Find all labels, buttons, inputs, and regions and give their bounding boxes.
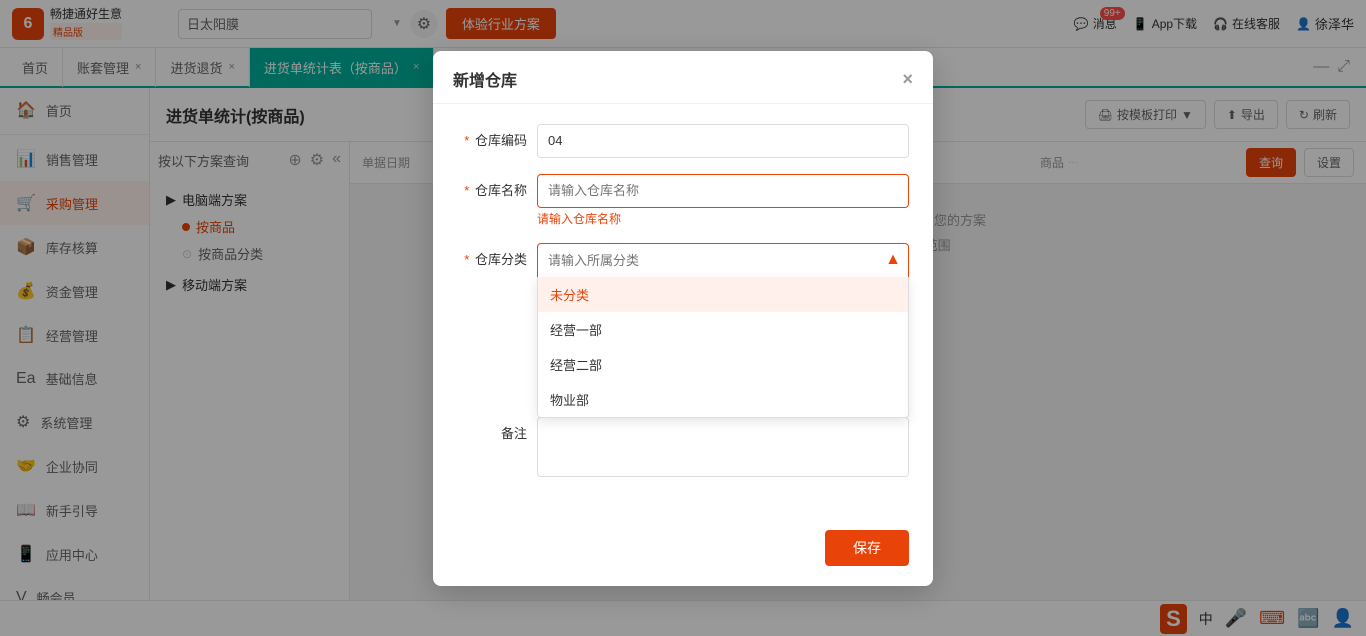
code-label: * 仓库编码 [457,124,537,149]
required-marker-code: * [464,133,469,148]
save-button[interactable]: 保存 [825,530,909,566]
name-field: 请输入仓库名称 [537,174,909,227]
category-input[interactable] [537,243,909,277]
dropdown-item-property[interactable]: 物业部 [538,382,908,417]
form-row-name: * 仓库名称 请输入仓库名称 [457,174,909,227]
form-row-note: 备注 [457,417,909,482]
name-label: * 仓库名称 [457,174,537,199]
category-label: * 仓库分类 [457,243,537,268]
note-input[interactable] [537,417,909,477]
form-row-category: * 仓库分类 ▲ 未分类 经营一部 经营二部 物业部 [457,243,909,277]
modal-overlay: 新增仓库 × * 仓库编码 * 仓库名称 [0,0,1366,636]
name-error-msg: 请输入仓库名称 [537,210,909,227]
code-input[interactable] [537,124,909,158]
modal-body: * 仓库编码 * 仓库名称 请输入仓库名称 [433,104,933,518]
dropdown-item-dept2[interactable]: 经营二部 [538,347,908,382]
modal-close-icon[interactable]: × [902,70,913,88]
code-field [537,124,909,158]
required-marker-name: * [464,183,469,198]
dropdown-item-dept1[interactable]: 经营一部 [538,312,908,347]
modal-footer: 保存 [433,518,933,586]
note-field [537,417,909,482]
modal-header: 新增仓库 × [433,51,933,104]
note-label: 备注 [457,417,537,442]
form-row-code: * 仓库编码 [457,124,909,158]
category-field: ▲ 未分类 经营一部 经营二部 物业部 [537,243,909,277]
name-input[interactable] [537,174,909,208]
category-dropdown-list: 未分类 经营一部 经营二部 物业部 [537,277,909,418]
required-marker-category: * [464,252,469,267]
modal-new-warehouse: 新增仓库 × * 仓库编码 * 仓库名称 [433,51,933,586]
dropdown-item-uncategorized[interactable]: 未分类 [538,277,908,312]
modal-title: 新增仓库 [453,67,517,91]
